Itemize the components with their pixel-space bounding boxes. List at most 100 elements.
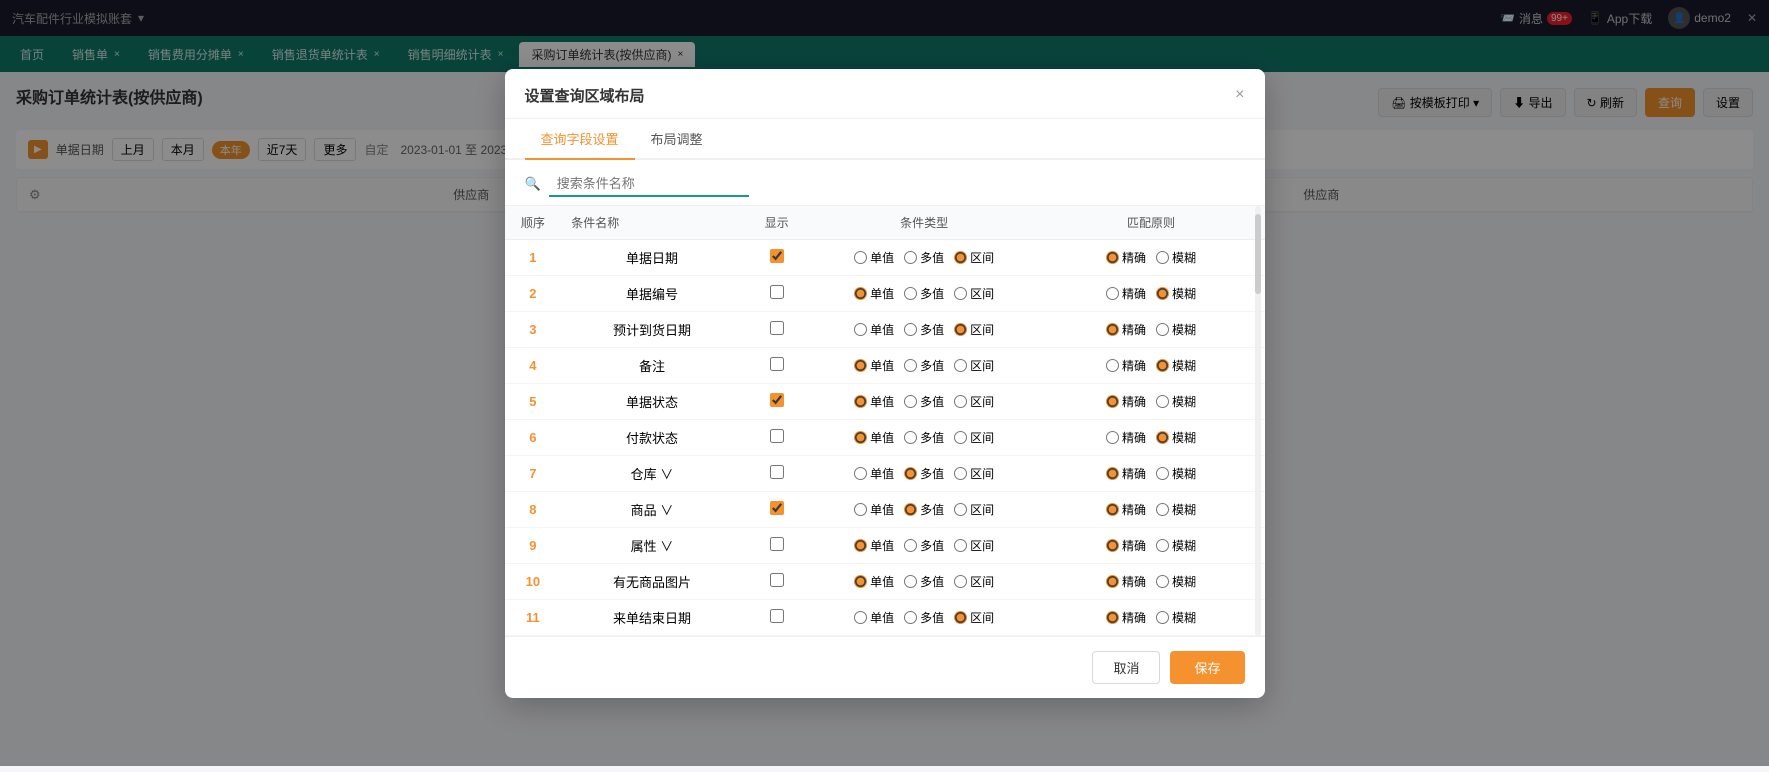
scrollbar-track[interactable] xyxy=(1255,206,1261,636)
type-option-单值[interactable]: 单值 xyxy=(854,573,894,590)
match-option-模糊[interactable]: 模糊 xyxy=(1156,249,1196,266)
row-show[interactable] xyxy=(743,347,811,383)
row-show[interactable] xyxy=(743,599,811,635)
row-type[interactable]: 单值多值区间 xyxy=(811,527,1038,563)
scrollbar-thumb[interactable] xyxy=(1255,214,1261,294)
row-show[interactable] xyxy=(743,239,811,275)
match-option-模糊[interactable]: 模糊 xyxy=(1156,321,1196,338)
row-type[interactable]: 单值多值区间 xyxy=(811,239,1038,275)
match-option-模糊[interactable]: 模糊 xyxy=(1156,285,1196,302)
row-type[interactable]: 单值多值区间 xyxy=(811,491,1038,527)
search-input[interactable] xyxy=(549,172,749,197)
type-option-单值[interactable]: 单值 xyxy=(854,609,894,626)
show-checkbox[interactable] xyxy=(770,609,784,623)
type-option-多值[interactable]: 多值 xyxy=(904,249,944,266)
row-type[interactable]: 单值多值区间 xyxy=(811,275,1038,311)
row-match[interactable]: 精确模糊 xyxy=(1038,311,1265,347)
show-checkbox[interactable] xyxy=(770,429,784,443)
row-match[interactable]: 精确模糊 xyxy=(1038,491,1265,527)
type-option-多值[interactable]: 多值 xyxy=(904,429,944,446)
match-option-模糊[interactable]: 模糊 xyxy=(1156,537,1196,554)
match-option-精确[interactable]: 精确 xyxy=(1106,465,1146,482)
row-match[interactable]: 精确模糊 xyxy=(1038,455,1265,491)
show-checkbox[interactable] xyxy=(770,357,784,371)
show-checkbox[interactable] xyxy=(770,249,784,263)
match-option-模糊[interactable]: 模糊 xyxy=(1156,357,1196,374)
match-option-精确[interactable]: 精确 xyxy=(1106,573,1146,590)
row-match[interactable]: 精确模糊 xyxy=(1038,563,1265,599)
type-option-多值[interactable]: 多值 xyxy=(904,537,944,554)
type-option-区间[interactable]: 区间 xyxy=(954,357,994,374)
type-option-单值[interactable]: 单值 xyxy=(854,357,894,374)
row-show[interactable] xyxy=(743,419,811,455)
type-option-单值[interactable]: 单值 xyxy=(854,321,894,338)
row-type[interactable]: 单值多值区间 xyxy=(811,455,1038,491)
type-option-单值[interactable]: 单值 xyxy=(854,501,894,518)
row-match[interactable]: 精确模糊 xyxy=(1038,419,1265,455)
show-checkbox[interactable] xyxy=(770,465,784,479)
type-option-区间[interactable]: 区间 xyxy=(954,501,994,518)
row-show[interactable] xyxy=(743,563,811,599)
show-checkbox[interactable] xyxy=(770,321,784,335)
row-show[interactable] xyxy=(743,455,811,491)
show-checkbox[interactable] xyxy=(770,537,784,551)
type-option-单值[interactable]: 单值 xyxy=(854,285,894,302)
match-option-模糊[interactable]: 模糊 xyxy=(1156,609,1196,626)
type-option-单值[interactable]: 单值 xyxy=(854,429,894,446)
type-option-单值[interactable]: 单值 xyxy=(854,465,894,482)
row-show[interactable] xyxy=(743,491,811,527)
type-option-区间[interactable]: 区间 xyxy=(954,573,994,590)
match-option-模糊[interactable]: 模糊 xyxy=(1156,501,1196,518)
match-option-模糊[interactable]: 模糊 xyxy=(1156,393,1196,410)
row-match[interactable]: 精确模糊 xyxy=(1038,347,1265,383)
type-option-多值[interactable]: 多值 xyxy=(904,501,944,518)
type-option-单值[interactable]: 单值 xyxy=(854,537,894,554)
row-show[interactable] xyxy=(743,311,811,347)
row-type[interactable]: 单值多值区间 xyxy=(811,383,1038,419)
show-checkbox[interactable] xyxy=(770,573,784,587)
row-match[interactable]: 精确模糊 xyxy=(1038,239,1265,275)
match-option-精确[interactable]: 精确 xyxy=(1106,537,1146,554)
match-option-模糊[interactable]: 模糊 xyxy=(1156,465,1196,482)
type-option-多值[interactable]: 多值 xyxy=(904,573,944,590)
match-option-精确[interactable]: 精确 xyxy=(1106,357,1146,374)
show-checkbox[interactable] xyxy=(770,285,784,299)
row-type[interactable]: 单值多值区间 xyxy=(811,419,1038,455)
type-option-区间[interactable]: 区间 xyxy=(954,285,994,302)
cancel-button[interactable]: 取消 xyxy=(1092,651,1160,684)
type-option-区间[interactable]: 区间 xyxy=(954,609,994,626)
row-show[interactable] xyxy=(743,275,811,311)
type-option-单值[interactable]: 单值 xyxy=(854,393,894,410)
type-option-多值[interactable]: 多值 xyxy=(904,321,944,338)
show-checkbox[interactable] xyxy=(770,393,784,407)
tab-layout[interactable]: 布局调整 xyxy=(635,119,719,160)
row-show[interactable] xyxy=(743,383,811,419)
match-option-精确[interactable]: 精确 xyxy=(1106,429,1146,446)
type-option-区间[interactable]: 区间 xyxy=(954,465,994,482)
match-option-精确[interactable]: 精确 xyxy=(1106,501,1146,518)
row-match[interactable]: 精确模糊 xyxy=(1038,599,1265,635)
type-option-区间[interactable]: 区间 xyxy=(954,393,994,410)
match-option-精确[interactable]: 精确 xyxy=(1106,321,1146,338)
row-match[interactable]: 精确模糊 xyxy=(1038,383,1265,419)
type-option-区间[interactable]: 区间 xyxy=(954,429,994,446)
type-option-区间[interactable]: 区间 xyxy=(954,249,994,266)
match-option-模糊[interactable]: 模糊 xyxy=(1156,573,1196,590)
dialog-close-button[interactable]: × xyxy=(1235,86,1244,104)
type-option-区间[interactable]: 区间 xyxy=(954,321,994,338)
row-match[interactable]: 精确模糊 xyxy=(1038,527,1265,563)
tab-query-fields[interactable]: 查询字段设置 xyxy=(525,119,635,160)
row-type[interactable]: 单值多值区间 xyxy=(811,347,1038,383)
type-option-多值[interactable]: 多值 xyxy=(904,357,944,374)
match-option-精确[interactable]: 精确 xyxy=(1106,393,1146,410)
type-option-多值[interactable]: 多值 xyxy=(904,465,944,482)
match-option-精确[interactable]: 精确 xyxy=(1106,285,1146,302)
type-option-区间[interactable]: 区间 xyxy=(954,537,994,554)
type-option-多值[interactable]: 多值 xyxy=(904,609,944,626)
match-option-模糊[interactable]: 模糊 xyxy=(1156,429,1196,446)
row-match[interactable]: 精确模糊 xyxy=(1038,275,1265,311)
match-option-精确[interactable]: 精确 xyxy=(1106,609,1146,626)
show-checkbox[interactable] xyxy=(770,501,784,515)
type-option-单值[interactable]: 单值 xyxy=(854,249,894,266)
row-show[interactable] xyxy=(743,527,811,563)
